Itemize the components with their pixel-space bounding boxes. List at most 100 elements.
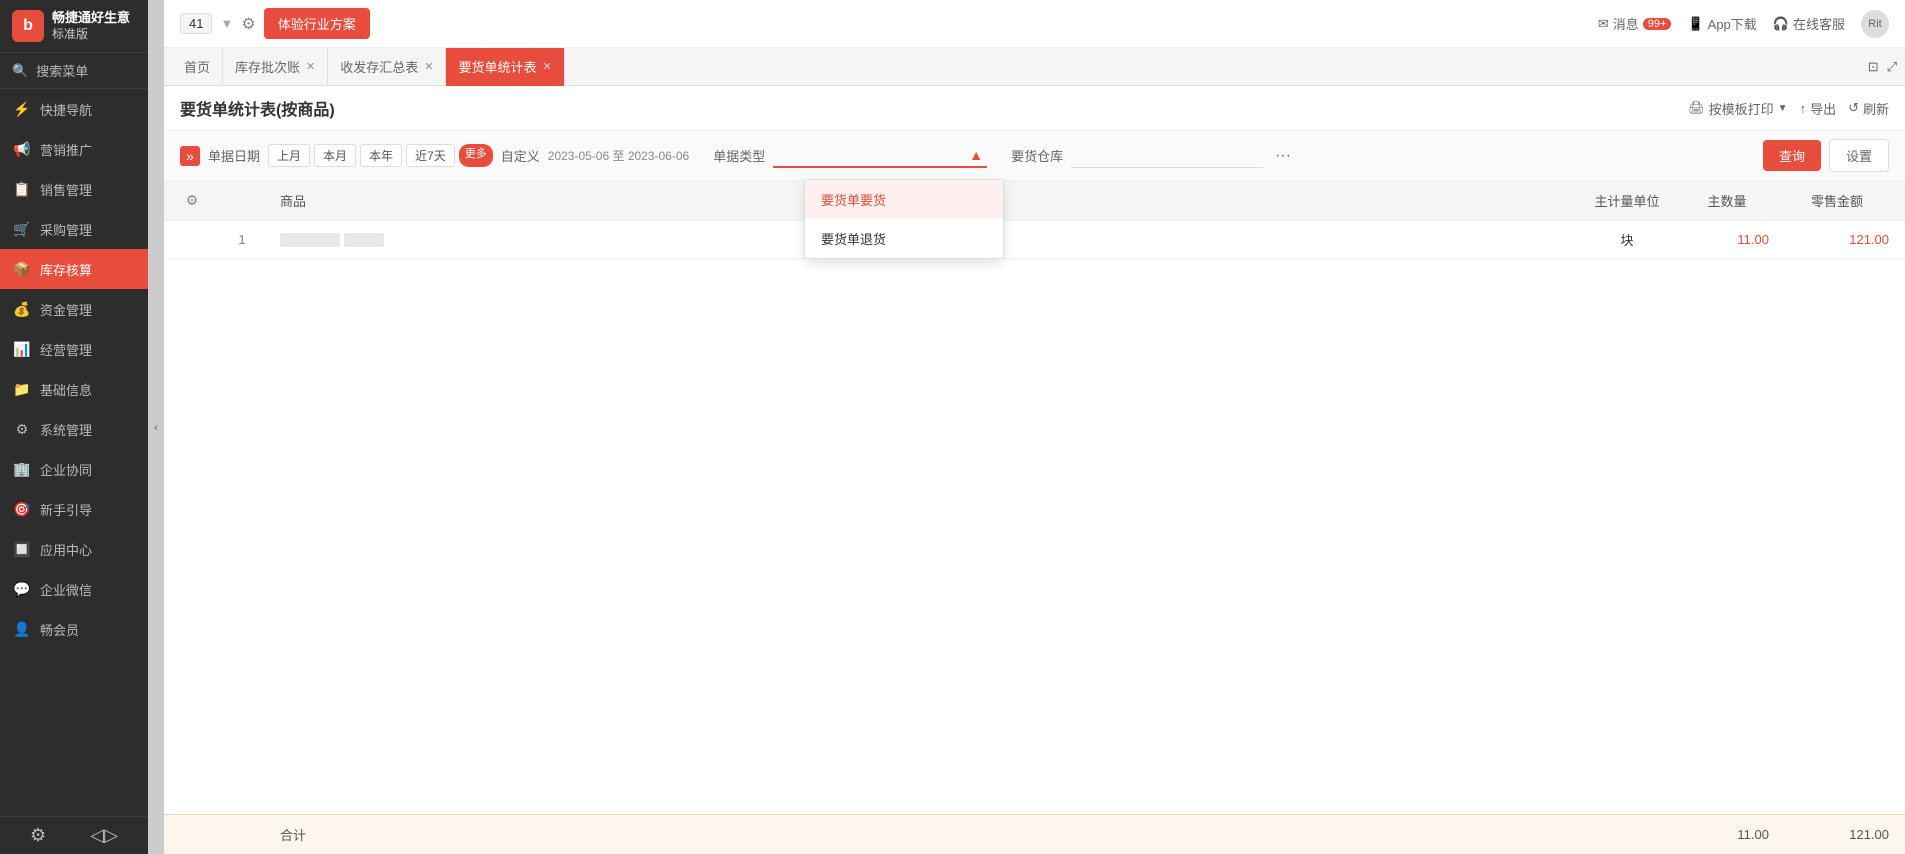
date-range-display: 2023-05-06 至 2023-06-06 xyxy=(548,147,689,164)
sidebar-item-purchase[interactable]: 🛒 采购管理 xyxy=(0,209,148,249)
page-header-actions: 🖨 按模板打印 ▼ ↑ 导出 ↺ 刷新 xyxy=(1688,99,1889,118)
settings-button[interactable]: 设置 xyxy=(1829,139,1889,172)
sidebar-item-sales[interactable]: 📋 销售管理 xyxy=(0,169,148,209)
message-label: 消息 xyxy=(1613,14,1639,33)
filter-expand-btn[interactable]: » xyxy=(180,146,200,166)
sidebar-item-app-center[interactable]: 🔲 应用中心 xyxy=(0,529,148,569)
sidebar-item-finance[interactable]: 💰 资金管理 xyxy=(0,289,148,329)
page-header: 要货单统计表(按商品) 🖨 按模板打印 ▼ ↑ 导出 ↺ 刷新 xyxy=(164,86,1905,131)
headset-icon: 🎧 xyxy=(1773,16,1789,32)
search-menu-item[interactable]: 🔍 搜索菜单 xyxy=(0,53,148,89)
sales-icon: 📋 xyxy=(12,179,32,199)
sidebar-collapse-handle[interactable]: ‹ xyxy=(148,0,164,854)
marketing-icon: 📢 xyxy=(12,139,32,159)
tab-receive-summary-close[interactable]: ✕ xyxy=(424,60,433,73)
sidebar-item-system[interactable]: ⚙ 系统管理 xyxy=(0,409,148,449)
dropdown-item-order-return[interactable]: 要货单退货 xyxy=(805,219,1003,258)
wechat-icon: 💬 xyxy=(12,579,32,599)
app-download-label: App下载 xyxy=(1708,14,1757,33)
sidebar: b 畅捷通好生意 标准版 🔍 搜索菜单 ⚡ 快捷导航 📢 营销推广 📋 销售管理… xyxy=(0,0,148,854)
sidebar-item-member[interactable]: 👤 畅会员 xyxy=(0,609,148,649)
table-settings-icon[interactable]: ⚙ xyxy=(186,192,199,208)
app-name: 畅捷通好生意 标准版 xyxy=(52,10,130,42)
date-more-badge[interactable]: 更多 xyxy=(459,144,493,167)
tab-home[interactable]: 首页 xyxy=(172,48,223,86)
sidebar-item-label: 畅会员 xyxy=(40,620,79,639)
table-header: ⚙ 商品 主计量单位 主数量 零售金额 xyxy=(164,181,1905,221)
tab-order-summary[interactable]: 要货单统计表 ✕ xyxy=(446,48,564,86)
th-seq xyxy=(212,193,272,209)
type-dropdown: 要货单要货 要货单退货 xyxy=(804,179,1004,259)
sidebar-item-operation[interactable]: 📊 经营管理 xyxy=(0,329,148,369)
printer-icon: 🖨 xyxy=(1688,100,1705,116)
collapse-bottom-btn[interactable]: ◁▷ xyxy=(90,825,118,846)
sidebar-item-label: 采购管理 xyxy=(40,220,92,239)
footer-unit xyxy=(1577,827,1677,843)
tab-expand-icon[interactable]: ⤢ xyxy=(1887,59,1897,75)
date-btn-this-month[interactable]: 本月 xyxy=(314,144,356,167)
sidebar-item-enterprise[interactable]: 🏢 企业协同 xyxy=(0,449,148,489)
date-btn-this-year[interactable]: 本年 xyxy=(360,144,402,167)
refresh-icon: ↺ xyxy=(1848,100,1859,116)
dropdown-item-order-goods[interactable]: 要货单要货 xyxy=(805,180,1003,219)
export-btn[interactable]: ↑ 导出 xyxy=(1800,99,1837,118)
type-select-input[interactable] xyxy=(773,143,965,166)
sidebar-item-label: 企业微信 xyxy=(40,580,92,599)
enterprise-icon: 🏢 xyxy=(12,459,32,479)
tab-inventory-batch[interactable]: 库存批次账 ✕ xyxy=(223,48,328,86)
sidebar-item-guide[interactable]: 🎯 新手引导 xyxy=(0,489,148,529)
sidebar-item-quick_nav[interactable]: ⚡ 快捷导航 xyxy=(0,89,148,129)
sidebar-item-wechat[interactable]: 💬 企业微信 xyxy=(0,569,148,609)
tab-inventory-batch-label: 库存批次账 xyxy=(235,57,300,76)
sidebar-item-label: 营销推广 xyxy=(40,140,92,159)
support-item[interactable]: 🎧 在线客服 xyxy=(1773,14,1845,33)
footer-total-label: 合计 xyxy=(272,817,1577,852)
td-seq: 1 xyxy=(212,226,272,253)
footer-amount: 121.00 xyxy=(1777,819,1897,850)
filter-more-btn[interactable]: ··· xyxy=(1275,147,1291,165)
sidebar-item-basic[interactable]: 📁 基础信息 xyxy=(0,369,148,409)
inventory-icon: 📦 xyxy=(12,259,32,279)
app-download-item[interactable]: 📱 App下载 xyxy=(1687,14,1756,33)
message-item[interactable]: ✉ 消息 99+ xyxy=(1598,14,1672,33)
tabs-bar: 首页 库存批次账 ✕ 收发存汇总表 ✕ 要货单统计表 ✕ ⊡ ⤢ xyxy=(164,48,1905,86)
sidebar-nav: ⚡ 快捷导航 📢 营销推广 📋 销售管理 🛒 采购管理 📦 库存核算 💰 资金管… xyxy=(0,89,148,816)
tab-restore-icon[interactable]: ⊡ xyxy=(1868,59,1879,75)
logo-icon: b xyxy=(12,10,44,42)
topbar-settings-icon[interactable]: ⚙ xyxy=(241,14,255,34)
th-amount: 零售金额 xyxy=(1777,183,1897,218)
tab-receive-summary[interactable]: 收发存汇总表 ✕ xyxy=(328,48,446,86)
footer-qty: 11.00 xyxy=(1677,819,1777,850)
sidebar-item-label: 快捷导航 xyxy=(40,100,92,119)
tab-inventory-batch-close[interactable]: ✕ xyxy=(306,60,315,73)
date-btn-last-7-days[interactable]: 近7天 xyxy=(406,144,455,167)
sidebar-item-marketing[interactable]: 📢 营销推广 xyxy=(0,129,148,169)
warehouse-input[interactable] xyxy=(1071,144,1263,168)
query-button[interactable]: 查询 xyxy=(1763,140,1821,171)
date-buttons: 上月 本月 本年 近7天 更多 xyxy=(268,144,493,167)
promo-button[interactable]: 体验行业方案 xyxy=(264,8,370,39)
tab-receive-summary-label: 收发存汇总表 xyxy=(340,57,418,76)
chevron-down-icon: ▼ xyxy=(1778,103,1788,114)
sidebar-item-inventory[interactable]: 📦 库存核算 xyxy=(0,249,148,289)
guide-icon: 🎯 xyxy=(12,499,32,519)
settings-bottom-btn[interactable]: ⚙ xyxy=(30,825,46,846)
export-icon: ↑ xyxy=(1800,101,1807,116)
quick-nav-icon: ⚡ xyxy=(12,99,32,119)
footer-seq xyxy=(212,827,272,843)
type-chevron-icon[interactable]: ▲ xyxy=(965,147,987,163)
topbar-right: ✉ 消息 99+ 📱 App下载 🎧 在线客服 Rit xyxy=(1598,10,1889,38)
date-btn-last-month[interactable]: 上月 xyxy=(268,144,310,167)
td-unit: 块 xyxy=(1577,224,1677,255)
message-icon: ✉ xyxy=(1598,16,1609,32)
topbar-number: 41 xyxy=(180,13,212,34)
print-template-btn[interactable]: 🖨 按模板打印 ▼ xyxy=(1688,99,1787,118)
tab-order-summary-close[interactable]: ✕ xyxy=(543,60,552,73)
type-select-wrapper: ▲ xyxy=(773,143,987,168)
table-body: 1 块 11.00 121.00 xyxy=(164,221,1905,814)
table-footer: 合计 11.00 121.00 xyxy=(164,814,1905,854)
avatar[interactable]: Rit xyxy=(1861,10,1889,38)
refresh-btn[interactable]: ↺ 刷新 xyxy=(1848,99,1889,118)
date-custom-btn[interactable]: 自定义 xyxy=(501,146,540,165)
th-unit: 主计量单位 xyxy=(1577,183,1677,218)
